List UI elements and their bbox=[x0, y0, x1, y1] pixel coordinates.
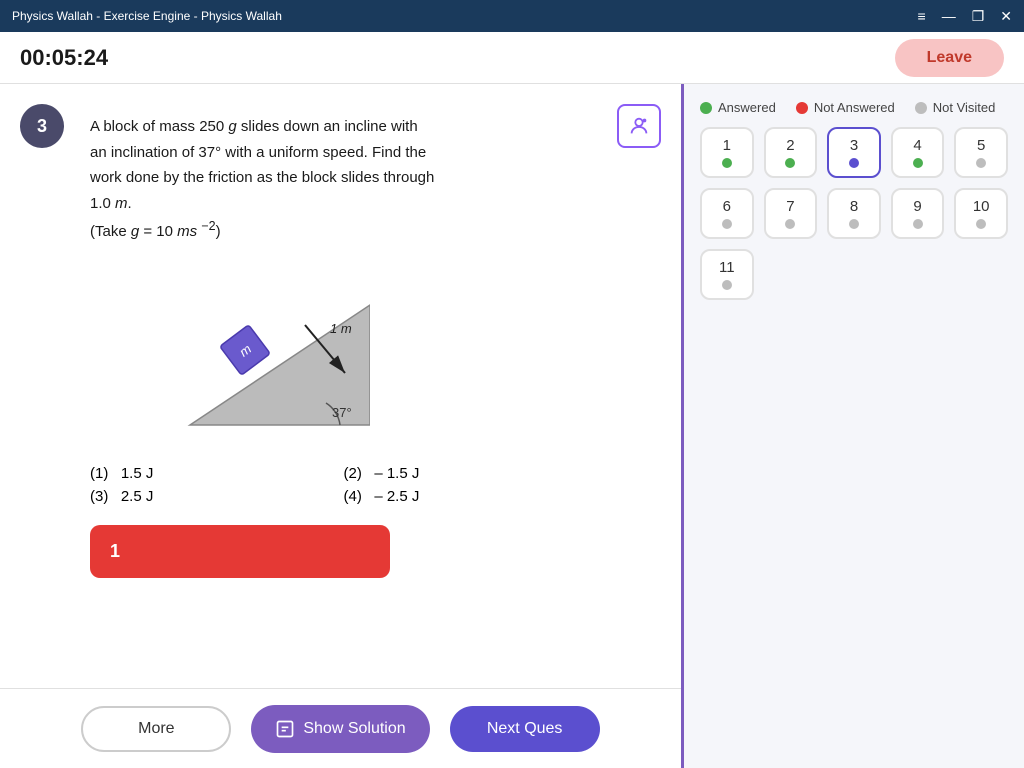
left-panel: 3 A block of mass 250 g slides down an i… bbox=[0, 84, 684, 768]
q-dot-11 bbox=[722, 280, 732, 290]
q-num-8: 8 bbox=[850, 198, 858, 215]
q-num-1: 1 bbox=[723, 137, 731, 154]
q-num-11: 11 bbox=[719, 259, 735, 276]
question-btn-7[interactable]: 7 bbox=[764, 188, 818, 239]
leave-button[interactable]: Leave bbox=[895, 39, 1004, 77]
option-2-row: (2) – 1.5 J bbox=[344, 465, 592, 482]
right-panel: Answered Not Answered Not Visited 1 2 3 4 5 6… bbox=[684, 84, 1024, 768]
q-dot-2 bbox=[785, 158, 795, 168]
q-dot-7 bbox=[785, 219, 795, 229]
minimize-btn[interactable]: — bbox=[942, 8, 956, 25]
close-btn[interactable]: ✕ bbox=[1000, 8, 1012, 25]
not-visited-dot bbox=[915, 102, 927, 114]
question-area: 3 A block of mass 250 g slides down an i… bbox=[0, 84, 681, 688]
q-dot-9 bbox=[913, 219, 923, 229]
option-1-label: (1) 1.5 J bbox=[90, 465, 153, 482]
question-btn-4[interactable]: 4 bbox=[891, 127, 945, 178]
next-question-button[interactable]: Next Ques bbox=[450, 706, 600, 752]
question-btn-2[interactable]: 2 bbox=[764, 127, 818, 178]
q-num-4: 4 bbox=[913, 137, 921, 154]
solution-icon bbox=[275, 719, 295, 739]
selected-answer-button[interactable]: 1 bbox=[90, 525, 390, 578]
show-solution-button[interactable]: Show Solution bbox=[251, 705, 429, 753]
question-btn-5[interactable]: 5 bbox=[954, 127, 1008, 178]
option-3-row: (3) 2.5 J bbox=[90, 488, 338, 505]
q-dot-8 bbox=[849, 219, 859, 229]
answered-label: Answered bbox=[718, 100, 776, 115]
not-answered-legend: Not Answered bbox=[796, 100, 895, 115]
q-num-7: 7 bbox=[786, 198, 794, 215]
header: 00:05:24 Leave bbox=[0, 32, 1024, 84]
not-visited-label: Not Visited bbox=[933, 100, 996, 115]
q-dot-3 bbox=[849, 158, 859, 168]
q-num-2: 2 bbox=[786, 137, 794, 154]
answered-dot bbox=[700, 102, 712, 114]
options-container: (1) 1.5 J (2) – 1.5 J (3) 2.5 J (4) – 2.… bbox=[90, 465, 591, 505]
bookmark-button[interactable] bbox=[617, 104, 661, 148]
legend: Answered Not Answered Not Visited bbox=[700, 100, 1008, 115]
question-btn-3[interactable]: 3 bbox=[827, 127, 881, 178]
incline-diagram: m 1 m 37° bbox=[90, 255, 370, 455]
q-dot-10 bbox=[976, 219, 986, 229]
show-solution-label: Show Solution bbox=[303, 720, 405, 738]
more-button[interactable]: More bbox=[81, 706, 231, 752]
q-num-10: 10 bbox=[973, 198, 990, 215]
diagram-container: m 1 m 37° bbox=[90, 255, 591, 455]
question-grid: 1 2 3 4 5 6 7 8 9 10 11 bbox=[700, 127, 1008, 300]
option-4-label: (4) – 2.5 J bbox=[344, 488, 420, 505]
q-num-6: 6 bbox=[723, 198, 731, 215]
not-visited-legend: Not Visited bbox=[915, 100, 996, 115]
option-4-row: (4) – 2.5 J bbox=[344, 488, 592, 505]
svg-text:37°: 37° bbox=[332, 405, 352, 420]
question-btn-1[interactable]: 1 bbox=[700, 127, 754, 178]
question-number: 3 bbox=[20, 104, 64, 148]
main-layout: 3 A block of mass 250 g slides down an i… bbox=[0, 84, 1024, 768]
not-answered-label: Not Answered bbox=[814, 100, 895, 115]
menu-btn[interactable]: ≡ bbox=[918, 8, 926, 25]
restore-btn[interactable]: ❐ bbox=[972, 8, 985, 25]
timer-display: 00:05:24 bbox=[20, 45, 108, 71]
question-btn-10[interactable]: 10 bbox=[954, 188, 1008, 239]
question-btn-8[interactable]: 8 bbox=[827, 188, 881, 239]
answered-legend: Answered bbox=[700, 100, 776, 115]
option-2-label: (2) – 1.5 J bbox=[344, 465, 420, 482]
option-3-label: (3) 2.5 J bbox=[90, 488, 153, 505]
option-1-row: (1) 1.5 J bbox=[90, 465, 338, 482]
q-dot-4 bbox=[913, 158, 923, 168]
svg-text:1 m: 1 m bbox=[330, 321, 352, 336]
bottom-bar: More Show Solution Next Ques bbox=[0, 688, 681, 768]
q-dot-1 bbox=[722, 158, 732, 168]
question-text: A block of mass 250 g slides down an inc… bbox=[90, 114, 651, 245]
q-dot-6 bbox=[722, 219, 732, 229]
not-answered-dot bbox=[796, 102, 808, 114]
title-bar: Physics Wallah - Exercise Engine - Physi… bbox=[0, 0, 1024, 32]
question-btn-9[interactable]: 9 bbox=[891, 188, 945, 239]
app-title: Physics Wallah - Exercise Engine - Physi… bbox=[12, 9, 282, 23]
q-num-3: 3 bbox=[850, 137, 858, 154]
q-dot-5 bbox=[976, 158, 986, 168]
question-btn-11[interactable]: 11 bbox=[700, 249, 754, 300]
q-num-9: 9 bbox=[913, 198, 921, 215]
question-btn-6[interactable]: 6 bbox=[700, 188, 754, 239]
q-num-5: 5 bbox=[977, 137, 985, 154]
window-controls: ≡ — ❐ ✕ bbox=[918, 8, 1012, 25]
